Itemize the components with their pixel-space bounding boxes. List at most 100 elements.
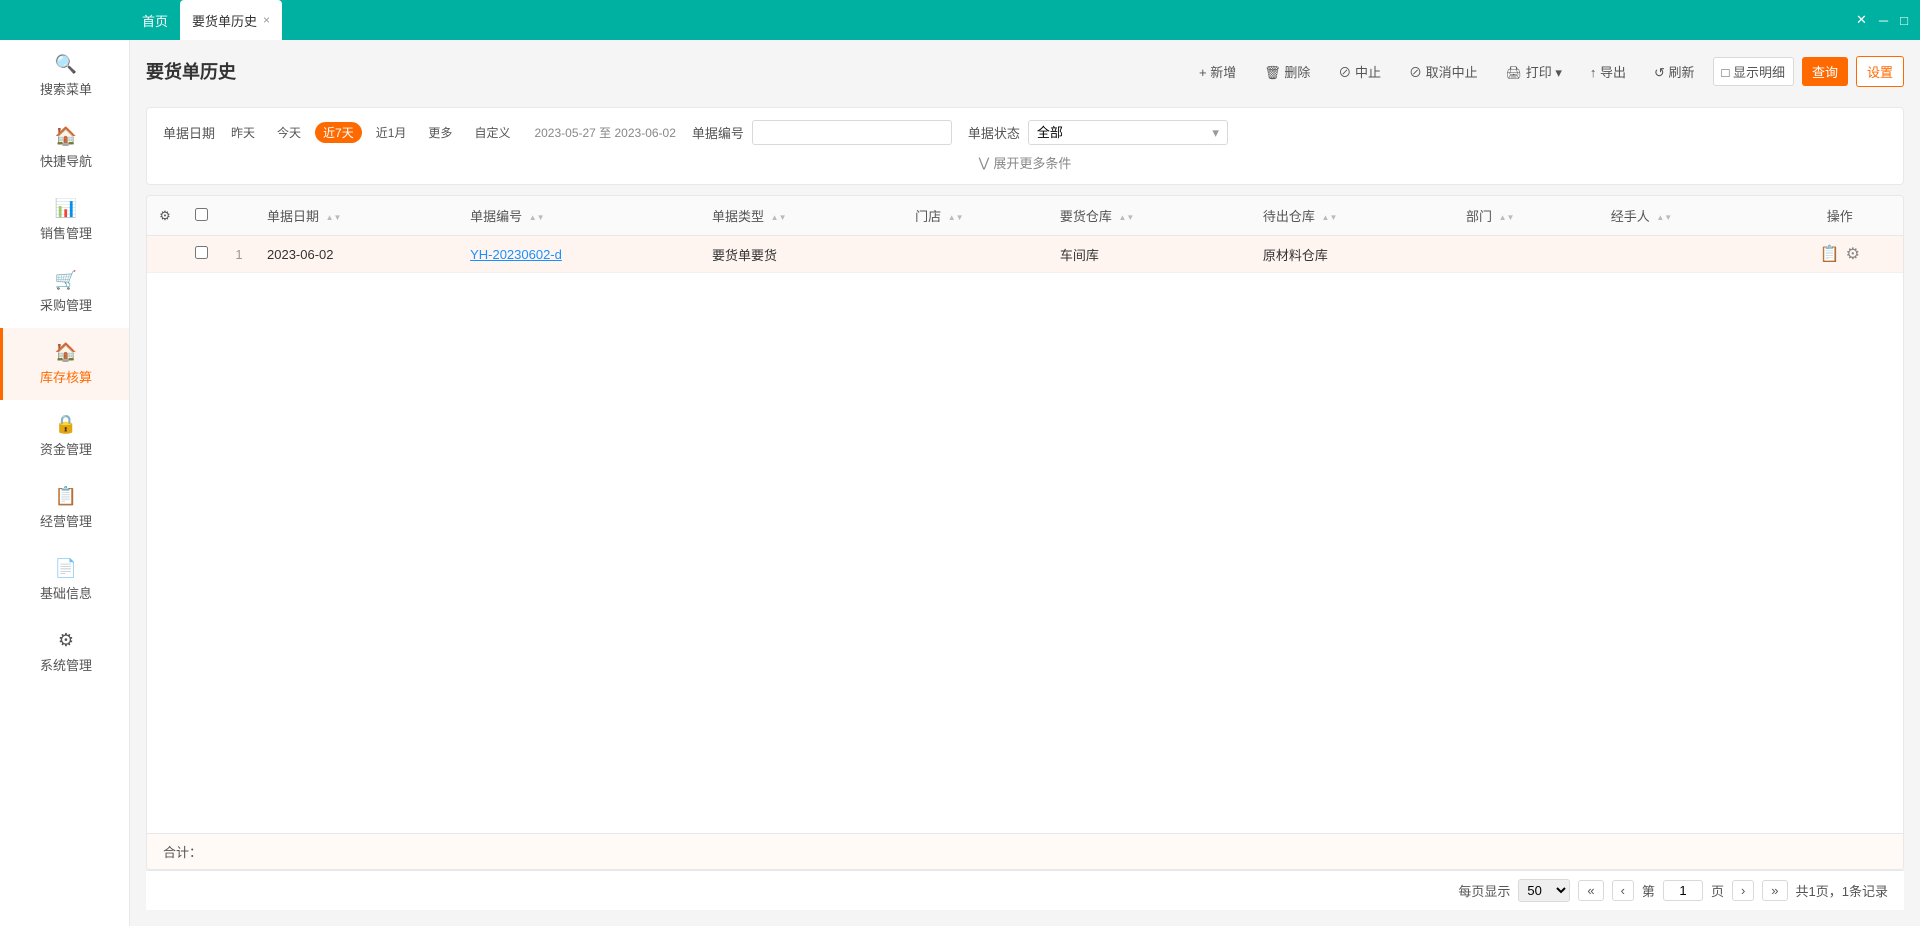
last-page-button[interactable]: » xyxy=(1762,880,1787,901)
col-req-warehouse: 要货仓库 ▲▼ xyxy=(1052,196,1255,236)
cancel-stop-button[interactable]: ⊘ 取消中止 xyxy=(1399,57,1488,86)
system-mgmt-icon: ⚙ xyxy=(58,630,74,651)
top-bar: 首页 要货单历史 × ✕ ─ □ xyxy=(0,0,1920,40)
purchase-mgmt-icon: 🛒 xyxy=(55,270,77,291)
date-last7days[interactable]: 近7天 xyxy=(315,122,362,143)
prev-page-button[interactable]: ‹ xyxy=(1612,880,1634,901)
table-header-row: ⚙ 单据日期 ▲▼ 单据编号 ▲▼ xyxy=(147,196,1903,236)
display-cell-button[interactable]: □ 显示明细 xyxy=(1713,57,1794,86)
sidebar-item-sales-mgmt[interactable]: 📊 销售管理 xyxy=(0,184,129,256)
row-dept-cell xyxy=(1458,236,1603,273)
window-minimize-icon[interactable]: ─ xyxy=(1879,13,1888,28)
status-filter-item: 单据状态 全部 草稿 已提交 已审核 已中止 ▾ xyxy=(968,120,1228,145)
current-page-input[interactable] xyxy=(1663,880,1703,901)
refresh-button-label: ↺ 刷新 xyxy=(1654,62,1695,81)
sidebar-item-purchase-mgmt-label: 采购管理 xyxy=(40,295,92,314)
window-close-icon[interactable]: ✕ xyxy=(1856,12,1867,28)
toolbar: + 新增 🗑 删除 ⊘ 中止 ⊘ 取消中止 🖨 打印 ▾ ↑ 导出 xyxy=(1189,56,1904,87)
sort-doc-number-icon[interactable]: ▲▼ xyxy=(529,214,545,222)
date-options: 昨天 今天 近7天 近1月 更多 自定义 xyxy=(223,122,518,143)
window-controls: ✕ ─ □ xyxy=(1856,12,1908,28)
sidebar-item-search-menu[interactable]: 🔍 搜索菜单 xyxy=(0,40,129,112)
sort-dept-icon[interactable]: ▲▼ xyxy=(1499,214,1515,222)
date-range-display: 2023-05-27 至 2023-06-02 xyxy=(534,124,675,141)
expand-more-button[interactable]: ⋁ 展开更多条件 xyxy=(163,153,1887,172)
sidebar-item-operations[interactable]: 📋 经营管理 xyxy=(0,472,129,544)
row-doc-number-cell: YH-20230602-d xyxy=(462,236,704,273)
tab-home[interactable]: 首页 xyxy=(130,0,180,40)
base-info-icon: 📄 xyxy=(55,558,77,579)
query-button-label: 查询 xyxy=(1812,62,1838,81)
sidebar-item-system-mgmt[interactable]: ⚙ 系统管理 xyxy=(0,616,129,688)
delete-button[interactable]: 🗑 删除 xyxy=(1254,57,1320,86)
sort-doc-date-icon[interactable]: ▲▼ xyxy=(326,214,342,222)
pagination-bar: 每页显示 10 20 50 100 « ‹ 第 页 › » 共1页，1条记录 xyxy=(146,870,1904,910)
doc-number-input[interactable] xyxy=(752,120,952,145)
col-checkbox xyxy=(183,196,219,236)
sort-req-warehouse-icon[interactable]: ▲▼ xyxy=(1118,214,1134,222)
query-button[interactable]: 查询 xyxy=(1802,57,1848,86)
page-unit: 页 xyxy=(1711,881,1724,900)
date-range-text: 2023-05-27 至 2023-06-02 xyxy=(534,124,675,141)
row-edit-icon[interactable]: 📋 xyxy=(1820,244,1840,264)
row-settings-cell xyxy=(147,236,183,273)
col-dept: 部门 ▲▼ xyxy=(1458,196,1603,236)
window-maximize-icon[interactable]: □ xyxy=(1900,13,1908,28)
col-doc-date: 单据日期 ▲▼ xyxy=(259,196,462,236)
settings-button[interactable]: 设置 xyxy=(1856,56,1904,87)
sidebar-item-search-menu-label: 搜索菜单 xyxy=(40,79,92,98)
date-yesterday[interactable]: 昨天 xyxy=(223,122,263,143)
sidebar-item-base-info[interactable]: 📄 基础信息 xyxy=(0,544,129,616)
delete-button-label: 🗑 删除 xyxy=(1264,62,1310,81)
export-button[interactable]: ↑ 导出 xyxy=(1580,57,1636,86)
sort-pending-warehouse-icon[interactable]: ▲▼ xyxy=(1322,214,1338,222)
next-page-button[interactable]: › xyxy=(1732,880,1754,901)
sidebar-item-operations-label: 经营管理 xyxy=(40,511,92,530)
sidebar-item-inventory[interactable]: 🏠 库存核算 xyxy=(0,328,129,400)
page-size-select[interactable]: 10 20 50 100 xyxy=(1518,879,1570,902)
col-settings: ⚙ xyxy=(147,196,183,236)
tab-home-label: 首页 xyxy=(142,11,168,30)
date-more[interactable]: 更多 xyxy=(420,122,460,143)
sort-store-icon[interactable]: ▲▼ xyxy=(948,214,964,222)
table-row: 1 2023-06-02 YH-20230602-d 要货单要货 车间库 原材料… xyxy=(147,236,1903,273)
first-page-button[interactable]: « xyxy=(1578,880,1603,901)
sidebar-item-base-info-label: 基础信息 xyxy=(40,583,92,602)
sidebar-item-quick-nav[interactable]: 🏠 快捷导航 xyxy=(0,112,129,184)
display-cell-button-label: □ 显示明细 xyxy=(1722,62,1785,81)
print-button[interactable]: 🖨 打印 ▾ xyxy=(1496,57,1572,86)
row-handler-cell xyxy=(1603,236,1777,273)
search-menu-icon: 🔍 xyxy=(55,54,77,75)
date-today[interactable]: 今天 xyxy=(269,122,309,143)
select-all-checkbox[interactable] xyxy=(195,208,208,221)
sort-doc-type-icon[interactable]: ▲▼ xyxy=(771,214,787,222)
row-doc-date-cell: 2023-06-02 xyxy=(259,236,462,273)
date-custom[interactable]: 自定义 xyxy=(466,122,518,143)
settings-col-icon[interactable]: ⚙ xyxy=(159,208,171,223)
sidebar-item-system-mgmt-label: 系统管理 xyxy=(40,655,92,674)
col-pending-warehouse: 待出仓库 ▲▼ xyxy=(1255,196,1458,236)
tab-close-icon[interactable]: × xyxy=(263,13,270,27)
summary-label: 合计： xyxy=(163,842,202,861)
sort-handler-icon[interactable]: ▲▼ xyxy=(1656,214,1672,222)
operations-icon: 📋 xyxy=(55,486,77,507)
row-checkbox[interactable] xyxy=(195,246,208,259)
sidebar-item-finance[interactable]: 🔒 资金管理 xyxy=(0,400,129,472)
table-footer: 合计： xyxy=(147,833,1903,869)
refresh-button[interactable]: ↺ 刷新 xyxy=(1644,57,1705,86)
sidebar-item-purchase-mgmt[interactable]: 🛒 采购管理 xyxy=(0,256,129,328)
sales-mgmt-icon: 📊 xyxy=(55,198,77,219)
date-last1month[interactable]: 近1月 xyxy=(368,122,415,143)
sidebar: 🔍 搜索菜单 🏠 快捷导航 📊 销售管理 🛒 采购管理 🏠 库存核算 🔒 资金管… xyxy=(0,40,130,926)
finance-icon: 🔒 xyxy=(55,414,77,435)
data-table: ⚙ 单据日期 ▲▼ 单据编号 ▲▼ xyxy=(147,196,1903,273)
col-doc-type: 单据类型 ▲▼ xyxy=(704,196,907,236)
new-button[interactable]: + 新增 xyxy=(1189,57,1246,86)
row-doc-number-link[interactable]: YH-20230602-d xyxy=(470,247,562,262)
status-select[interactable]: 全部 草稿 已提交 已审核 已中止 xyxy=(1029,121,1227,144)
row-action-icons: 📋 ⚙ xyxy=(1785,244,1895,264)
tab-requisition-history[interactable]: 要货单历史 × xyxy=(180,0,282,40)
doc-number-label: 单据编号 xyxy=(692,123,744,142)
row-more-icon[interactable]: ⚙ xyxy=(1846,244,1860,264)
stop-button[interactable]: ⊘ 中止 xyxy=(1328,57,1391,86)
